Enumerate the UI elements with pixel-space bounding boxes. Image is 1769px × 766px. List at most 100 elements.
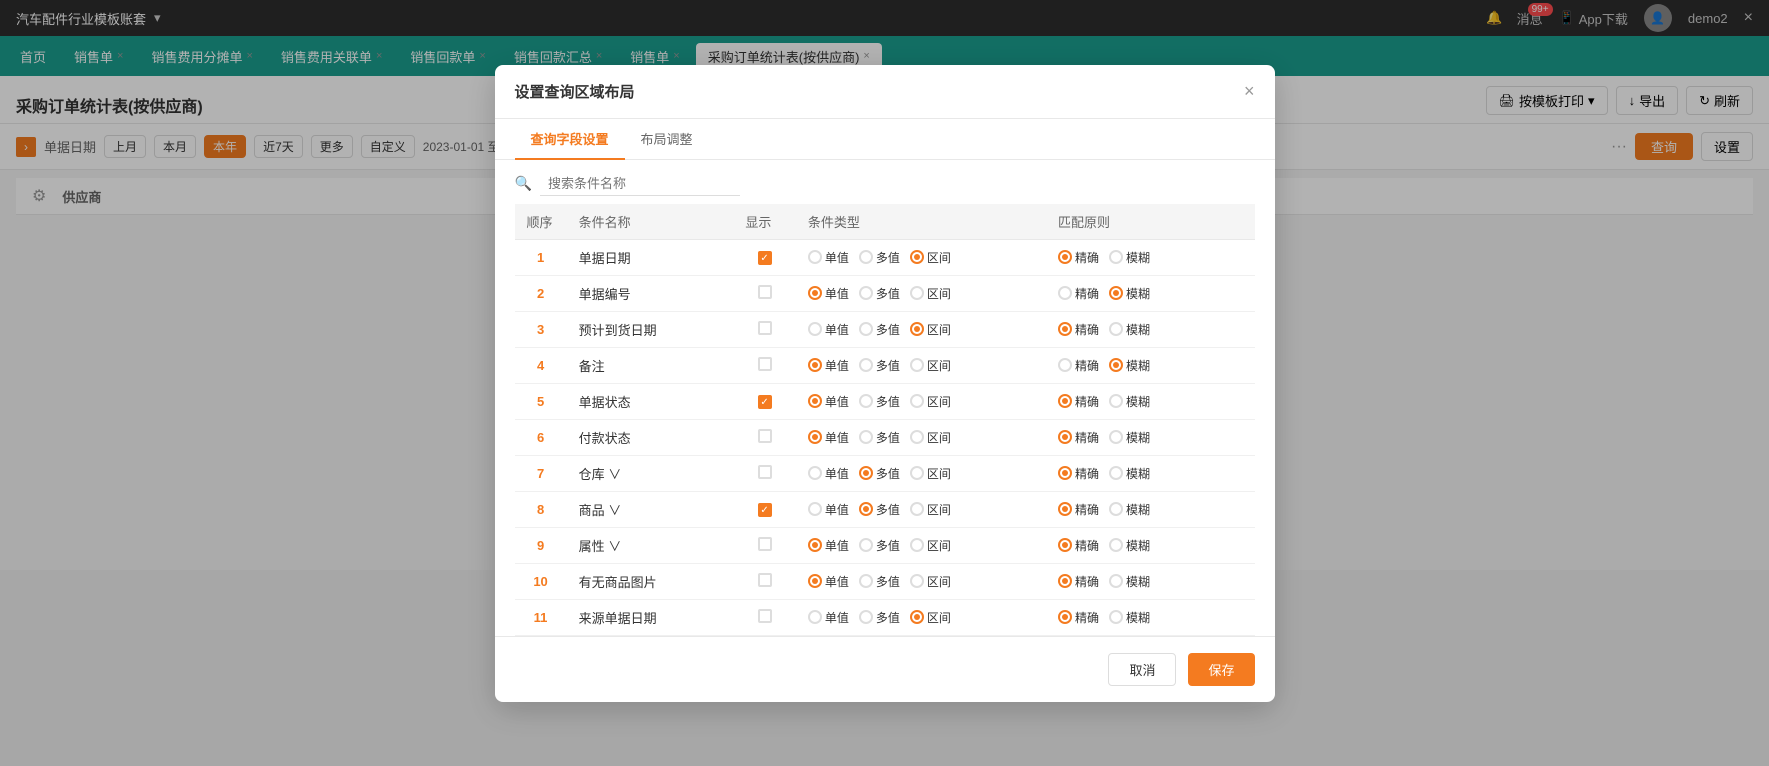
radio-circle[interactable] <box>859 430 873 444</box>
radio-circle[interactable] <box>859 358 873 372</box>
radio-circle[interactable] <box>910 610 924 624</box>
match-option[interactable]: 精确 <box>1058 465 1099 482</box>
save-button[interactable]: 保存 <box>1188 653 1254 686</box>
row-show[interactable]: ✓ <box>733 383 796 419</box>
tab-layout-adjust[interactable]: 布局调整 <box>625 119 709 160</box>
match-option[interactable]: 模糊 <box>1109 465 1150 482</box>
match-radio-circle[interactable] <box>1058 502 1072 516</box>
match-radio-circle[interactable] <box>1109 574 1123 588</box>
match-radio-circle[interactable] <box>1109 358 1123 372</box>
type-option[interactable]: 区间 <box>910 465 951 482</box>
match-radio-circle[interactable] <box>1109 394 1123 408</box>
type-option[interactable]: 区间 <box>910 357 951 374</box>
row-show[interactable]: ✓ <box>733 239 796 275</box>
type-option[interactable]: 单值 <box>808 465 849 482</box>
show-checkbox[interactable]: ✓ <box>758 503 772 517</box>
type-option[interactable]: 多值 <box>859 537 900 554</box>
radio-circle[interactable] <box>808 250 822 264</box>
radio-circle[interactable] <box>859 466 873 480</box>
match-radio-circle[interactable] <box>1109 538 1123 552</box>
match-option[interactable]: 模糊 <box>1109 285 1150 302</box>
radio-circle[interactable] <box>859 322 873 336</box>
radio-circle[interactable] <box>910 286 924 300</box>
match-radio-circle[interactable] <box>1058 610 1072 624</box>
match-radio-circle[interactable] <box>1058 574 1072 588</box>
row-show[interactable] <box>733 347 796 383</box>
match-option[interactable]: 模糊 <box>1109 609 1150 626</box>
radio-circle[interactable] <box>808 394 822 408</box>
match-radio-circle[interactable] <box>1058 430 1072 444</box>
radio-circle[interactable] <box>808 610 822 624</box>
type-option[interactable]: 单值 <box>808 357 849 374</box>
match-radio-circle[interactable] <box>1109 610 1123 624</box>
radio-circle[interactable] <box>859 394 873 408</box>
match-radio-circle[interactable] <box>1058 394 1072 408</box>
row-show[interactable] <box>733 563 796 599</box>
match-option[interactable]: 模糊 <box>1109 429 1150 446</box>
type-option[interactable]: 多值 <box>859 393 900 410</box>
type-option[interactable]: 区间 <box>910 501 951 518</box>
type-option[interactable]: 单值 <box>808 429 849 446</box>
type-option[interactable]: 多值 <box>859 357 900 374</box>
match-option[interactable]: 精确 <box>1058 573 1099 590</box>
type-option[interactable]: 多值 <box>859 573 900 590</box>
match-option[interactable]: 精确 <box>1058 393 1099 410</box>
match-radio-circle[interactable] <box>1058 466 1072 480</box>
type-option[interactable]: 区间 <box>910 537 951 554</box>
radio-circle[interactable] <box>808 358 822 372</box>
type-option[interactable]: 单值 <box>808 609 849 626</box>
radio-circle[interactable] <box>910 466 924 480</box>
radio-circle[interactable] <box>859 538 873 552</box>
type-option[interactable]: 多值 <box>859 249 900 266</box>
type-option[interactable]: 多值 <box>859 321 900 338</box>
match-option[interactable]: 精确 <box>1058 429 1099 446</box>
radio-circle[interactable] <box>808 574 822 588</box>
dialog-close-button[interactable]: × <box>1244 82 1255 100</box>
type-option[interactable]: 单值 <box>808 537 849 554</box>
radio-circle[interactable] <box>910 358 924 372</box>
type-option[interactable]: 区间 <box>910 321 951 338</box>
match-option[interactable]: 模糊 <box>1109 357 1150 374</box>
type-option[interactable]: 单值 <box>808 285 849 302</box>
match-option[interactable]: 精确 <box>1058 501 1099 518</box>
match-option[interactable]: 模糊 <box>1109 501 1150 518</box>
match-option[interactable]: 精确 <box>1058 609 1099 626</box>
radio-circle[interactable] <box>910 250 924 264</box>
radio-circle[interactable] <box>808 322 822 336</box>
radio-circle[interactable] <box>910 538 924 552</box>
row-show[interactable] <box>733 275 796 311</box>
show-checkbox[interactable] <box>758 429 772 443</box>
row-show[interactable] <box>733 419 796 455</box>
match-radio-circle[interactable] <box>1058 286 1072 300</box>
row-show[interactable] <box>733 311 796 347</box>
match-option[interactable]: 模糊 <box>1109 537 1150 554</box>
match-radio-circle[interactable] <box>1058 322 1072 336</box>
radio-circle[interactable] <box>859 250 873 264</box>
radio-circle[interactable] <box>808 466 822 480</box>
show-checkbox[interactable] <box>758 465 772 479</box>
row-show[interactable] <box>733 455 796 491</box>
match-option[interactable]: 精确 <box>1058 321 1099 338</box>
type-option[interactable]: 区间 <box>910 285 951 302</box>
radio-circle[interactable] <box>859 286 873 300</box>
type-option[interactable]: 单值 <box>808 249 849 266</box>
type-option[interactable]: 多值 <box>859 285 900 302</box>
show-checkbox[interactable] <box>758 285 772 299</box>
match-radio-circle[interactable] <box>1109 322 1123 336</box>
search-input[interactable] <box>540 172 740 196</box>
type-option[interactable]: 区间 <box>910 429 951 446</box>
radio-circle[interactable] <box>859 610 873 624</box>
tab-query-field-settings[interactable]: 查询字段设置 <box>515 119 625 160</box>
radio-circle[interactable] <box>808 286 822 300</box>
match-radio-circle[interactable] <box>1058 250 1072 264</box>
type-option[interactable]: 多值 <box>859 465 900 482</box>
match-option[interactable]: 精确 <box>1058 537 1099 554</box>
radio-circle[interactable] <box>859 502 873 516</box>
show-checkbox[interactable] <box>758 357 772 371</box>
radio-circle[interactable] <box>808 538 822 552</box>
match-radio-circle[interactable] <box>1058 538 1072 552</box>
match-option[interactable]: 精确 <box>1058 249 1099 266</box>
radio-circle[interactable] <box>910 394 924 408</box>
type-option[interactable]: 区间 <box>910 393 951 410</box>
match-radio-circle[interactable] <box>1109 250 1123 264</box>
